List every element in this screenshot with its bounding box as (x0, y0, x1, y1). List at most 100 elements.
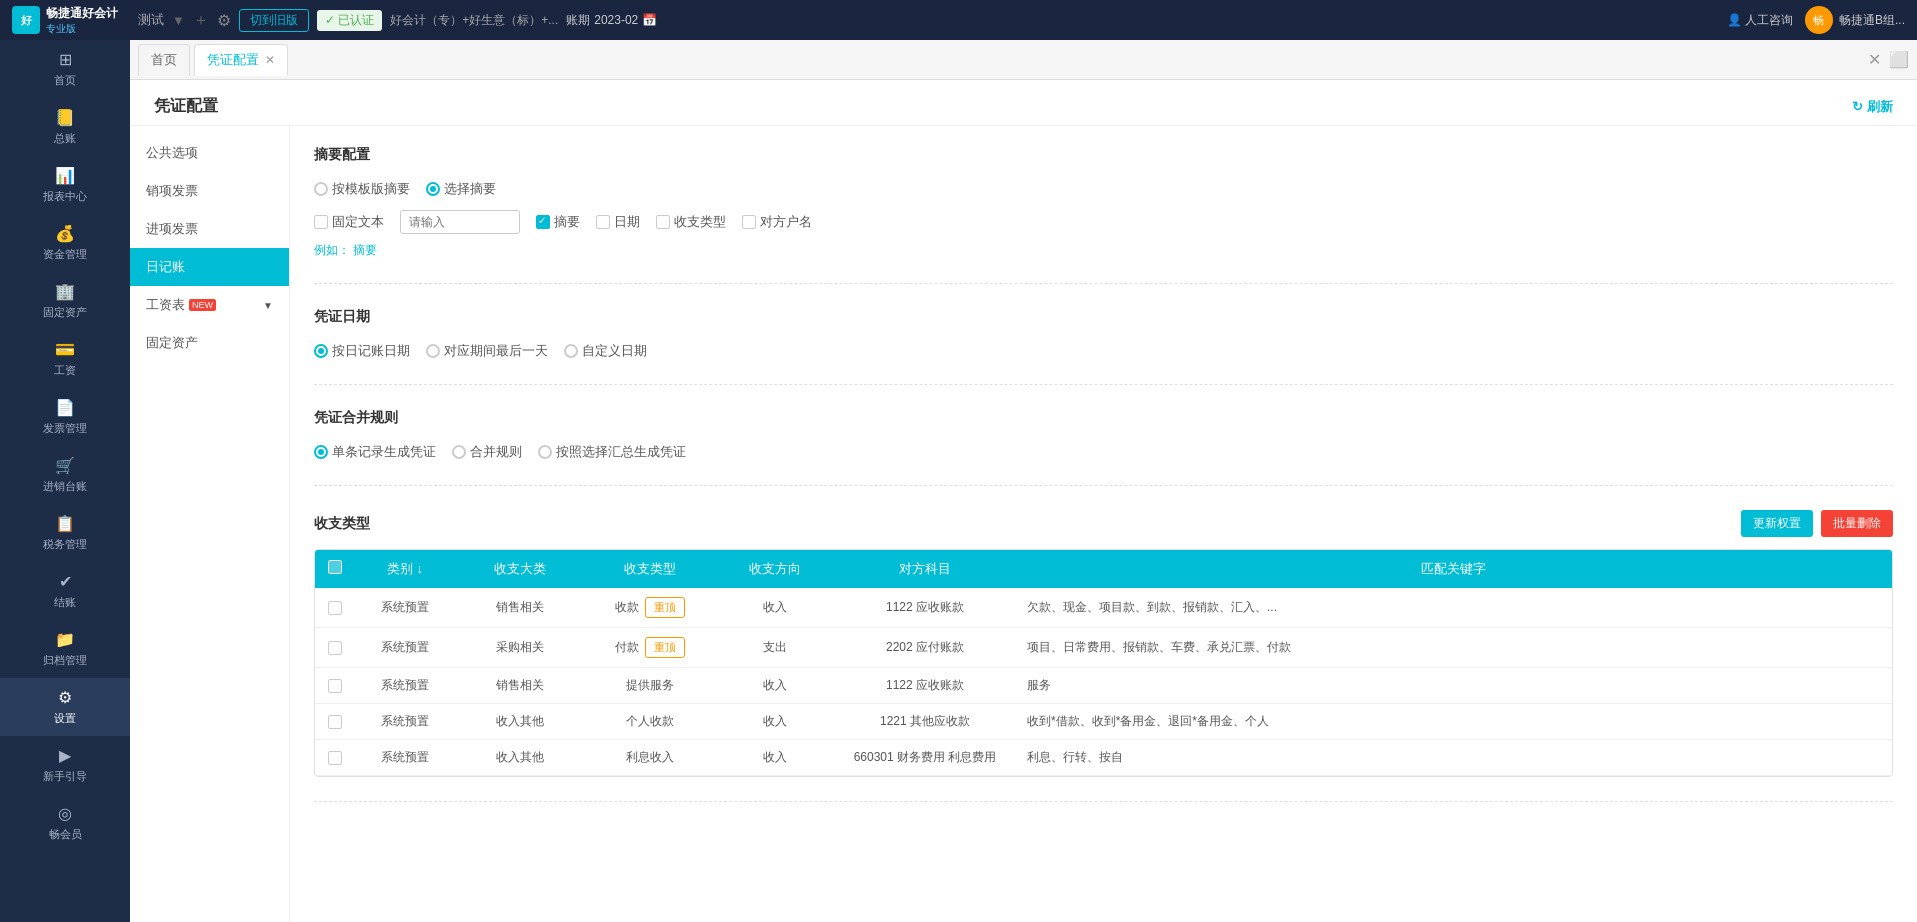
sidebar-item-settings[interactable]: ⚙ 设置 (0, 678, 130, 736)
checkbox-type[interactable]: 收支类型 (656, 213, 726, 231)
minimize-icon[interactable]: ✕ (1868, 50, 1881, 69)
switch-version-btn[interactable]: 切到旧版 (239, 9, 309, 32)
app-container: 好 畅捷通好会计 专业版 测试 ▼ ＋ ⚙ 切到旧版 ✓ 已认证 好会计（专）+… (0, 0, 1917, 922)
income-expense-title: 收支类型 (314, 515, 370, 533)
sidebar-item-funds[interactable]: 💰 资金管理 (0, 214, 130, 272)
period-tag: 账期 2023-02 📅 (566, 12, 657, 29)
td-direction-3: 收入 (715, 668, 835, 703)
merge-title: 凭证合并规则 (314, 409, 1893, 427)
summary-radio-group: 按模板版摘要 选择摘要 (314, 180, 1893, 198)
checkbox-abstract[interactable]: 摘要 (536, 213, 580, 231)
th-keywords: 匹配关键字 (1015, 550, 1892, 588)
checkbox-party[interactable]: 对方户名 (742, 213, 812, 231)
radio-template[interactable]: 按模板版摘要 (314, 180, 410, 198)
radio-merge[interactable]: 合并规则 (452, 443, 522, 461)
table-row: 系统预置 收入其他 利息收入 收入 660301 财务费用 利息费用 利息、行转… (315, 740, 1892, 776)
radio-circle-custom (564, 344, 578, 358)
sidebar-item-invoices[interactable]: 📄 发票管理 (0, 388, 130, 446)
td-checkbox-2[interactable] (315, 628, 355, 667)
td-sub-5: 利息收入 (585, 740, 715, 775)
sidebar-item-tax[interactable]: 📋 税务管理 (0, 504, 130, 562)
page-content: 凭证配置 ↻ 刷新 公共选项 销项发票 (130, 80, 1917, 922)
select-all-checkbox[interactable] (328, 560, 342, 574)
td-checkbox-5[interactable] (315, 740, 355, 775)
sidebar-item-member[interactable]: ◎ 畅会员 (0, 794, 130, 852)
expand-arrow-icon[interactable]: ▼ (263, 300, 273, 311)
td-account-5: 660301 财务费用 利息费用 (835, 740, 1015, 775)
income-expense-table: 类别 ↓ 收支大类 收支类型 收支方向 对方科目 匹配关键字 (314, 549, 1893, 777)
sidebar-item-home[interactable]: ⊞ 首页 (0, 40, 130, 98)
sidebar-item-guide[interactable]: ▶ 新手引导 (0, 736, 130, 794)
refresh-btn[interactable]: ↻ 刷新 (1852, 98, 1893, 116)
table-row: 系统预置 销售相关 提供服务 收入 1122 应收账款 服务 (315, 668, 1892, 704)
td-major-4: 收入其他 (455, 704, 585, 739)
invoices-icon: 📄 (55, 398, 75, 417)
update-btn[interactable]: 更新权置 (1741, 510, 1813, 537)
left-nav-sales[interactable]: 销项发票 (130, 172, 289, 210)
tab-voucher-config[interactable]: 凭证配置 ✕ (194, 44, 288, 76)
th-counter-account: 对方科目 (835, 550, 1015, 588)
left-nav-payroll-sheet[interactable]: 工资表 NEW ▼ (130, 286, 289, 324)
sidebar-item-assets[interactable]: 🏢 固定资产 (0, 272, 130, 330)
reset-btn-2[interactable]: 重顶 (645, 637, 685, 658)
settings-icon-top[interactable]: ⚙ (217, 11, 231, 30)
sidebar-item-close[interactable]: ✔ 结账 (0, 562, 130, 620)
batch-del-btn[interactable]: 批量删除 (1821, 510, 1893, 537)
left-nav: 公共选项 销项发票 进项发票 日记账 工资表 NEW (130, 126, 290, 922)
left-nav-fixed-assets[interactable]: 固定资产 (130, 324, 289, 362)
funds-icon: 💰 (55, 224, 75, 243)
calendar-icon[interactable]: 📅 (642, 13, 657, 27)
user-area[interactable]: 畅 畅捷通B组... (1805, 6, 1905, 34)
summary-checkbox-row: 固定文本 摘要 日期 (314, 210, 1893, 234)
left-nav-public[interactable]: 公共选项 (130, 134, 289, 172)
left-nav-journal[interactable]: 日记账 (130, 248, 289, 286)
summary-title: 摘要配置 (314, 146, 1893, 164)
radio-circle-select-total (538, 445, 552, 459)
checkbox-box-party (742, 215, 756, 229)
radio-select-total[interactable]: 按照选择汇总生成凭证 (538, 443, 686, 461)
radio-period-last[interactable]: 对应期间最后一天 (426, 342, 548, 360)
content-area: 首页 凭证配置 ✕ ✕ ⬜ 凭证配置 ↻ (130, 40, 1917, 922)
radio-journal-date[interactable]: 按日记账日期 (314, 342, 410, 360)
checkbox-date[interactable]: 日期 (596, 213, 640, 231)
reset-btn-1[interactable]: 重顶 (645, 597, 685, 618)
checkbox-box-date (596, 215, 610, 229)
sidebar-item-reports[interactable]: 📊 报表中心 (0, 156, 130, 214)
reports-icon: 📊 (55, 166, 75, 185)
checkbox-fixed-text[interactable]: 固定文本 (314, 213, 384, 231)
radio-circle-period-last (426, 344, 440, 358)
example-text: 例如： 摘要 (314, 242, 1893, 259)
radio-custom[interactable]: 自定义日期 (564, 342, 647, 360)
td-major-5: 收入其他 (455, 740, 585, 775)
logo-area: 好 畅捷通好会计 专业版 (12, 5, 118, 36)
td-account-2: 2202 应付账款 (835, 628, 1015, 667)
fixed-text-input[interactable] (400, 210, 520, 234)
table-row: 系统预置 收入其他 个人收款 收入 1221 其他应收款 收到*借款、收到*备用… (315, 704, 1892, 740)
td-keywords-4: 收到*借款、收到*备用金、退回*备用金、个人 (1015, 704, 1892, 739)
date-title: 凭证日期 (314, 308, 1893, 326)
consult-link[interactable]: 👤 人工咨询 (1727, 12, 1793, 29)
th-major-type: 收支大类 (455, 550, 585, 588)
dropdown-arrow-company[interactable]: ▼ (172, 13, 185, 28)
th-checkbox[interactable] (315, 550, 355, 588)
table-row: 系统预置 采购相关 付款 重顶 支出 2202 应付账款 项目、日常费用、报销款… (315, 628, 1892, 668)
radio-single[interactable]: 单条记录生成凭证 (314, 443, 436, 461)
sidebar-item-archive[interactable]: 📁 归档管理 (0, 620, 130, 678)
td-checkbox-3[interactable] (315, 668, 355, 703)
top-bar-left: 好 畅捷通好会计 专业版 测试 ▼ ＋ ⚙ 切到旧版 ✓ 已认证 好会计（专）+… (12, 5, 1727, 36)
right-content: 摘要配置 按模板版摘要 选择摘要 (290, 126, 1917, 922)
tab-close-icon[interactable]: ✕ (265, 53, 275, 67)
company-name: 测试 (138, 11, 164, 29)
sidebar-item-purchase[interactable]: 🛒 进销台账 (0, 446, 130, 504)
sidebar-item-ledger[interactable]: 📒 总账 (0, 98, 130, 156)
sidebar-item-payroll[interactable]: 💳 工资 (0, 330, 130, 388)
radio-circle-merge (452, 445, 466, 459)
td-checkbox-4[interactable] (315, 704, 355, 739)
td-keywords-1: 欠款、现金、项目款、到款、报销款、汇入、... (1015, 588, 1892, 627)
tab-home[interactable]: 首页 (138, 44, 190, 76)
td-checkbox-1[interactable] (315, 588, 355, 627)
radio-select[interactable]: 选择摘要 (426, 180, 496, 198)
maximize-icon[interactable]: ⬜ (1889, 50, 1909, 69)
left-nav-purchase-inv[interactable]: 进项发票 (130, 210, 289, 248)
add-icon[interactable]: ＋ (193, 10, 209, 31)
